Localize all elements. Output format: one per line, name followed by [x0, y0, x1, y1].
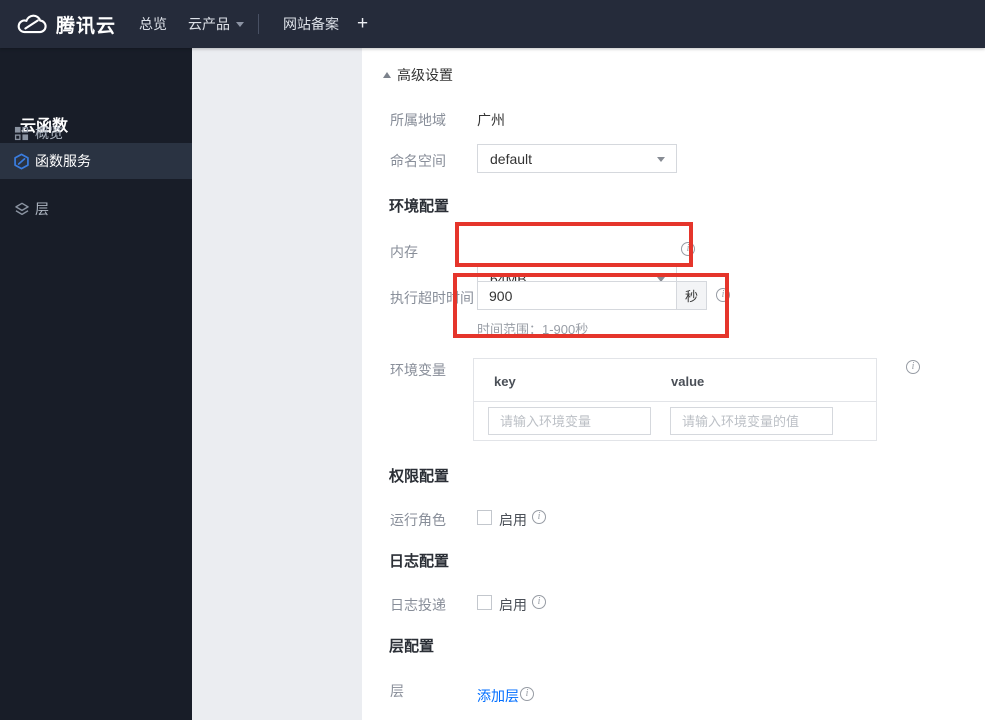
sidebar-item-label: 层 [35, 201, 49, 217]
chevron-down-icon [657, 157, 665, 162]
log-delivery-info-icon[interactable] [532, 595, 546, 609]
layers-icon [13, 201, 30, 218]
advanced-settings-toggle[interactable]: 高级设置 [383, 65, 453, 85]
env-key-input[interactable] [488, 407, 651, 435]
grid-icon [13, 125, 30, 142]
env-config-section-title: 环境配置 [389, 198, 450, 215]
chevron-down-icon [236, 21, 244, 27]
nav-item-label: 网站备案 [283, 16, 339, 32]
timeout-info-icon[interactable] [716, 288, 730, 302]
hexagon-function-icon [13, 152, 30, 170]
function-config-form: 高级设置 所属地域 广州 命名空间 default 环境配置 内存 64MB 执… [362, 48, 985, 720]
sidebar: 云函数 概览 函数服务 层 [0, 48, 192, 720]
env-vars-info-icon[interactable] [906, 360, 920, 374]
nav-item-label: 总览 [139, 16, 167, 32]
sidebar-item-label: 概览 [35, 125, 63, 141]
tencent-cloud-console-page: 腾讯云 总览 云产品 网站备案 + 云函数 概览 函数服务 层 高级设置 所属地… [0, 0, 985, 720]
run-role-checkbox[interactable] [477, 510, 492, 525]
perm-config-section-title: 权限配置 [389, 468, 450, 485]
collapsed-secondary-panel [192, 48, 362, 720]
sidebar-item-function-service[interactable]: 函数服务 [0, 143, 192, 179]
memory-info-icon[interactable] [681, 242, 695, 256]
run-role-info-icon[interactable] [532, 510, 546, 524]
layer-config-section-title: 层配置 [389, 638, 435, 655]
env-vars-table: key value [473, 358, 877, 441]
triangle-up-icon [383, 72, 391, 78]
timeout-range-hint: 时间范围：1-900秒 [477, 322, 589, 337]
nav-divider [258, 14, 259, 34]
env-value-header: value [671, 374, 705, 389]
namespace-select[interactable]: default [477, 144, 677, 173]
log-delivery-label: 日志投递 [390, 597, 446, 613]
env-vars-label: 环境变量 [390, 362, 446, 378]
add-layer-info-icon[interactable] [520, 687, 534, 701]
table-divider [474, 401, 876, 402]
top-navbar: 腾讯云 总览 云产品 网站备案 + [0, 0, 985, 48]
cloud-logo-icon [16, 13, 48, 36]
timeout-label: 执行超时时间 [390, 290, 474, 306]
timeout-unit: 秒 [677, 281, 707, 310]
add-nav-shortcut-button[interactable]: + [357, 0, 368, 48]
memory-label: 内存 [390, 244, 418, 260]
region-value: 广州 [477, 112, 505, 128]
tencent-cloud-logo[interactable]: 腾讯云 [16, 0, 116, 48]
add-layer-link[interactable]: 添加层 [477, 686, 519, 706]
nav-item-icp-filing[interactable]: 网站备案 [283, 0, 339, 48]
log-delivery-checkbox-label: 启用 [499, 597, 527, 613]
log-delivery-checkbox[interactable] [477, 595, 492, 610]
nav-item-overview[interactable]: 总览 [139, 0, 167, 48]
run-role-label: 运行角色 [390, 512, 446, 528]
region-label: 所属地域 [390, 112, 446, 128]
timeout-input[interactable] [477, 281, 677, 310]
layer-label: 层 [390, 683, 404, 699]
env-value-input[interactable] [670, 407, 833, 435]
brand-name: 腾讯云 [56, 15, 117, 37]
env-key-header: key [494, 374, 516, 389]
namespace-label: 命名空间 [390, 153, 446, 169]
run-role-checkbox-label: 启用 [499, 512, 527, 528]
advanced-settings-label: 高级设置 [397, 67, 453, 83]
nav-item-label: 云产品 [188, 16, 230, 32]
log-config-section-title: 日志配置 [389, 553, 450, 570]
namespace-selected-value: default [490, 150, 533, 167]
sidebar-item-label: 函数服务 [35, 153, 91, 169]
nav-item-cloud-products[interactable]: 云产品 [188, 0, 244, 48]
sidebar-item-layers[interactable]: 层 [0, 191, 192, 227]
